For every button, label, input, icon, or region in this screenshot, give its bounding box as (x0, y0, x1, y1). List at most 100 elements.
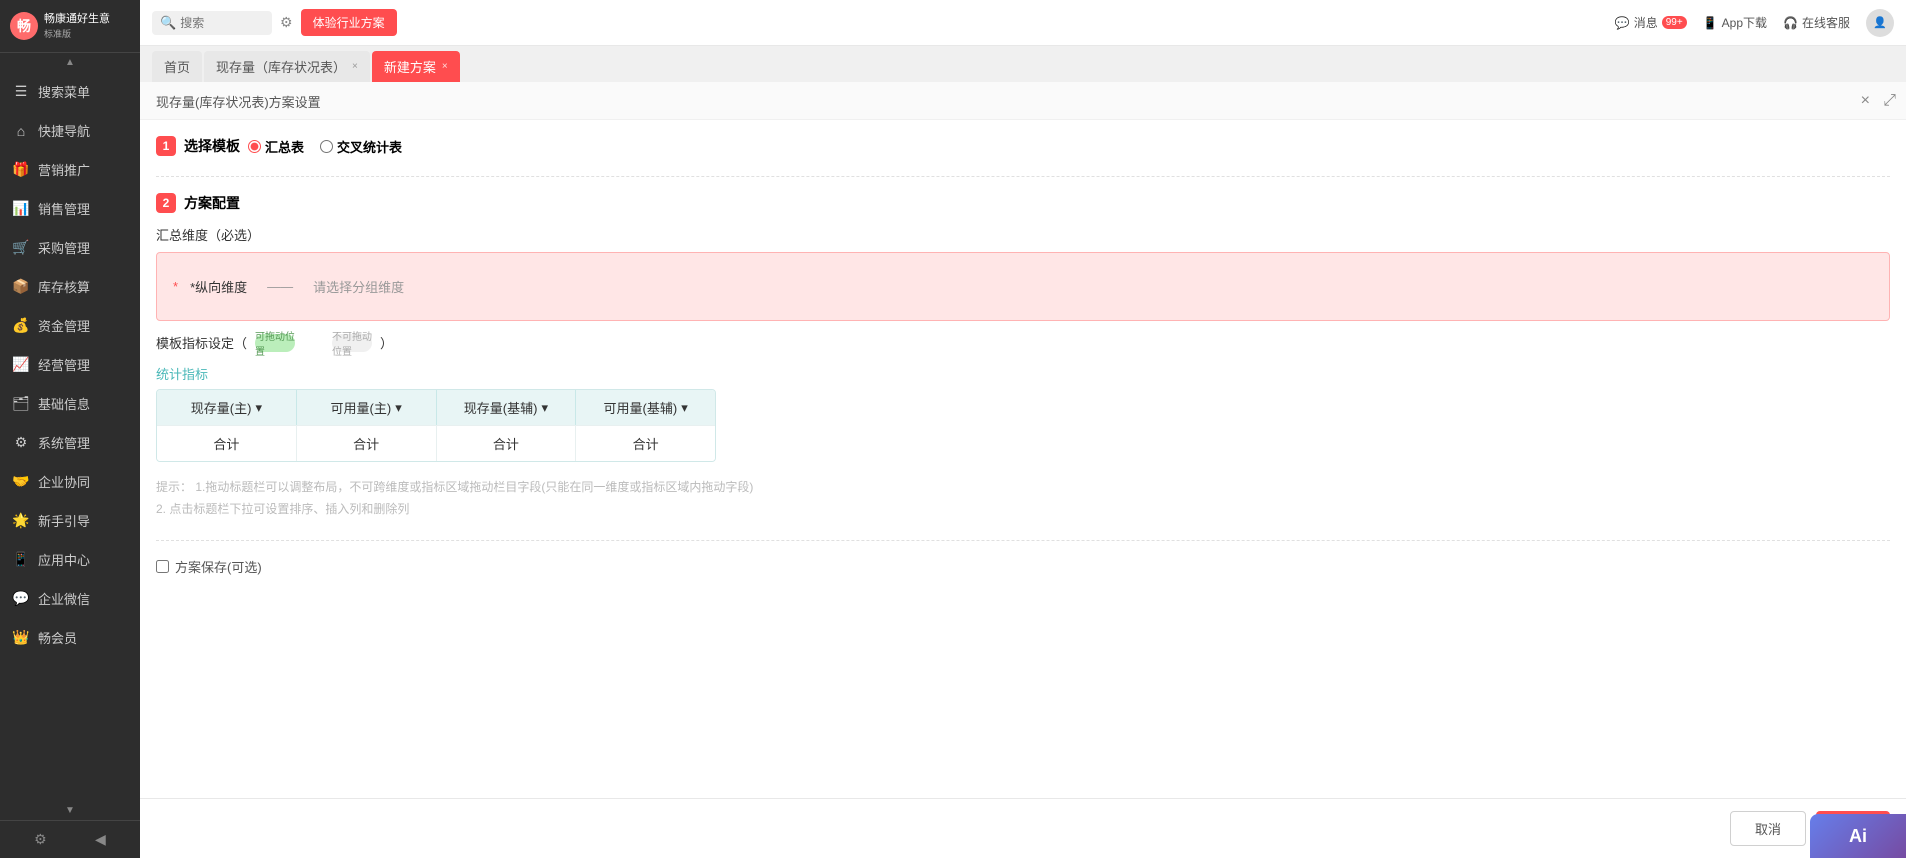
col-header-1[interactable]: 可用量(主) ▾ (297, 390, 437, 425)
tip-1: 提示： 1.拖动标题栏可以调整布局，不可跨维度或指标区域拖动栏目字段(只能在同一… (156, 477, 1890, 499)
avatar-text: 👤 (1873, 16, 1887, 29)
trial-button[interactable]: 体验行业方案 (301, 9, 397, 36)
collapse-icon[interactable]: ◀ (95, 831, 106, 848)
search-icon: 🔍 (160, 15, 176, 31)
template-settings-end: ） (380, 333, 393, 352)
save-checkbox[interactable] (156, 560, 169, 573)
app-download-button[interactable]: 📱 App下载 (1703, 14, 1767, 31)
sidebar-item-label: 企业微信 (38, 589, 90, 608)
sidebar-item-finance[interactable]: 💰 资金管理 (0, 306, 140, 345)
sidebar-item-member[interactable]: 👑 畅会员 (0, 618, 140, 657)
basic-info-icon: 🗂 (12, 395, 30, 412)
message-label: 消息 (1634, 14, 1658, 31)
sidebar-item-cooperation[interactable]: 🤝 企业协同 (0, 462, 140, 501)
step1-label: 选择模板 (184, 136, 240, 156)
topbar-right: 💬 消息 99+ 📱 App下载 🎧 在线客服 👤 (1615, 9, 1894, 37)
sidebar: 畅 畅康通好生意 标准版 ▲ ☰ 搜索菜单 ⌂ 快捷导航 🎁 营销推广 📊 销售… (0, 0, 140, 858)
cancel-button[interactable]: 取消 (1730, 811, 1806, 846)
settings-icon[interactable]: ⚙ (34, 831, 47, 848)
sidebar-item-label: 企业协同 (38, 472, 90, 491)
dim-placeholder[interactable]: 请选择分组维度 (313, 277, 404, 296)
footer: 取消 查询 (140, 798, 1906, 858)
system-icon: ⚙ (12, 434, 30, 451)
search-box[interactable]: 🔍 (152, 11, 272, 35)
drag-badge: 可拖动位置 (255, 334, 295, 352)
sidebar-item-new-guide[interactable]: 🌟 新手引导 (0, 501, 140, 540)
tab-inventory-status[interactable]: 现存量（库存状况表） × (204, 51, 370, 82)
col-chevron-2: ▾ (541, 400, 548, 416)
col-header-3[interactable]: 可用量(基辅) ▾ (576, 390, 715, 425)
col-label-1: 可用量(主) (331, 398, 392, 417)
required-star: * (173, 279, 178, 294)
message-icon: 💬 (1615, 16, 1630, 30)
step2-block: 2 方案配置 汇总维度（必选） * *纵向维度 —— 请选择分组维度 模板指标设… (156, 193, 1890, 520)
col-header-0[interactable]: 现存量(主) ▾ (157, 390, 297, 425)
quick-nav-icon: ⌂ (12, 123, 30, 139)
sidebar-scroll-down[interactable]: ▼ (0, 801, 140, 820)
content-panel: 现存量(库存状况表)方案设置 × ⤢ 1 选择模板 汇总表 (140, 82, 1906, 798)
template-settings-row: 模板指标设定（ 可拖动位置 不可拖动位置 ） (156, 333, 1890, 352)
member-icon: 👑 (12, 629, 30, 646)
ai-label: Ai (1849, 826, 1867, 847)
panel-title: 现存量(库存状况表)方案设置 (156, 95, 321, 110)
sidebar-scroll-up[interactable]: ▲ (0, 53, 140, 72)
step1-title: 1 选择模板 汇总表 交叉统计表 (156, 136, 1890, 156)
sidebar-item-label: 快捷导航 (38, 121, 90, 140)
sidebar-item-system[interactable]: ⚙ 系统管理 (0, 423, 140, 462)
stats-body: 合计 合计 合计 合计 (157, 425, 715, 461)
sidebar-item-basic-info[interactable]: 🗂 基础信息 (0, 384, 140, 423)
summary-label: 汇总表 (265, 137, 304, 156)
tab-inventory-close[interactable]: × (352, 61, 358, 72)
sidebar-item-operations[interactable]: 📈 经营管理 (0, 345, 140, 384)
cross-radio-label[interactable]: 交叉统计表 (320, 137, 402, 156)
message-button[interactable]: 💬 消息 99+ (1615, 14, 1687, 31)
summary-radio[interactable] (248, 140, 261, 153)
cross-radio[interactable] (320, 140, 333, 153)
panel-header: 现存量(库存状况表)方案设置 (140, 82, 1906, 120)
sidebar-item-search-menu[interactable]: ☰ 搜索菜单 (0, 72, 140, 111)
sales-icon: 📊 (12, 200, 30, 217)
sidebar-item-label: 营销推广 (38, 160, 90, 179)
app-name: 畅康通好生意 (44, 12, 110, 26)
stats-header: 现存量(主) ▾ 可用量(主) ▾ 现存量(基辅) ▾ (157, 390, 715, 425)
summary-radio-label[interactable]: 汇总表 (248, 137, 304, 156)
panel-close-button[interactable]: × (1861, 92, 1870, 110)
sidebar-item-label: 采购管理 (38, 238, 90, 257)
cooperation-icon: 🤝 (12, 473, 30, 490)
sidebar-item-inventory[interactable]: 📦 库存核算 (0, 267, 140, 306)
cell-0-1: 合计 (297, 425, 437, 461)
sidebar-item-app-center[interactable]: 📱 应用中心 (0, 540, 140, 579)
cross-label: 交叉统计表 (337, 137, 402, 156)
tab-new-plan-close[interactable]: × (442, 61, 448, 72)
search-input[interactable] (180, 16, 260, 30)
stats-section: 统计指标 现存量(主) ▾ 可用量(主) ▾ (156, 364, 1890, 465)
col-header-2[interactable]: 现存量(基辅) ▾ (437, 390, 577, 425)
col-chevron-0: ▾ (255, 400, 262, 416)
sidebar-nav: ☰ 搜索菜单 ⌂ 快捷导航 🎁 营销推广 📊 销售管理 🛒 采购管理 📦 库存核… (0, 72, 140, 801)
ai-badge[interactable]: Ai (1810, 814, 1906, 858)
service-button[interactable]: 🎧 在线客服 (1783, 14, 1850, 31)
finance-icon: 💰 (12, 317, 30, 334)
app-center-icon: 📱 (12, 551, 30, 568)
tab-new-plan[interactable]: 新建方案 × (372, 51, 460, 82)
col-label-3: 可用量(基辅) (604, 398, 678, 417)
topbar: 🔍 ⚙ 体验行业方案 💬 消息 99+ 📱 App下载 🎧 在线客服 👤 (140, 0, 1906, 46)
phone-icon: 📱 (1703, 16, 1718, 30)
sidebar-item-marketing[interactable]: 🎁 营销推广 (0, 150, 140, 189)
sidebar-item-label: 库存核算 (38, 277, 90, 296)
tab-home[interactable]: 首页 (152, 51, 202, 82)
drag-label: 可拖动位置 (255, 328, 295, 358)
message-badge: 99+ (1662, 16, 1687, 29)
col-label-2: 现存量(基辅) (464, 398, 538, 417)
panel-expand-button[interactable]: ⤢ (1883, 92, 1896, 110)
sidebar-item-sales[interactable]: 📊 销售管理 (0, 189, 140, 228)
avatar[interactable]: 👤 (1866, 9, 1894, 37)
tip-2: 2. 点击标题栏下拉可设置排序、插入列和删除列 (156, 499, 1890, 521)
main-area: 🔍 ⚙ 体验行业方案 💬 消息 99+ 📱 App下载 🎧 在线客服 👤 (140, 0, 1906, 858)
sidebar-item-purchase[interactable]: 🛒 采购管理 (0, 228, 140, 267)
gear-icon[interactable]: ⚙ (280, 14, 293, 31)
sidebar-item-wechat[interactable]: 💬 企业微信 (0, 579, 140, 618)
template-settings-sep (307, 333, 320, 352)
sidebar-item-quick-nav[interactable]: ⌂ 快捷导航 (0, 111, 140, 150)
stats-table: 现存量(主) ▾ 可用量(主) ▾ 现存量(基辅) ▾ (156, 389, 716, 462)
